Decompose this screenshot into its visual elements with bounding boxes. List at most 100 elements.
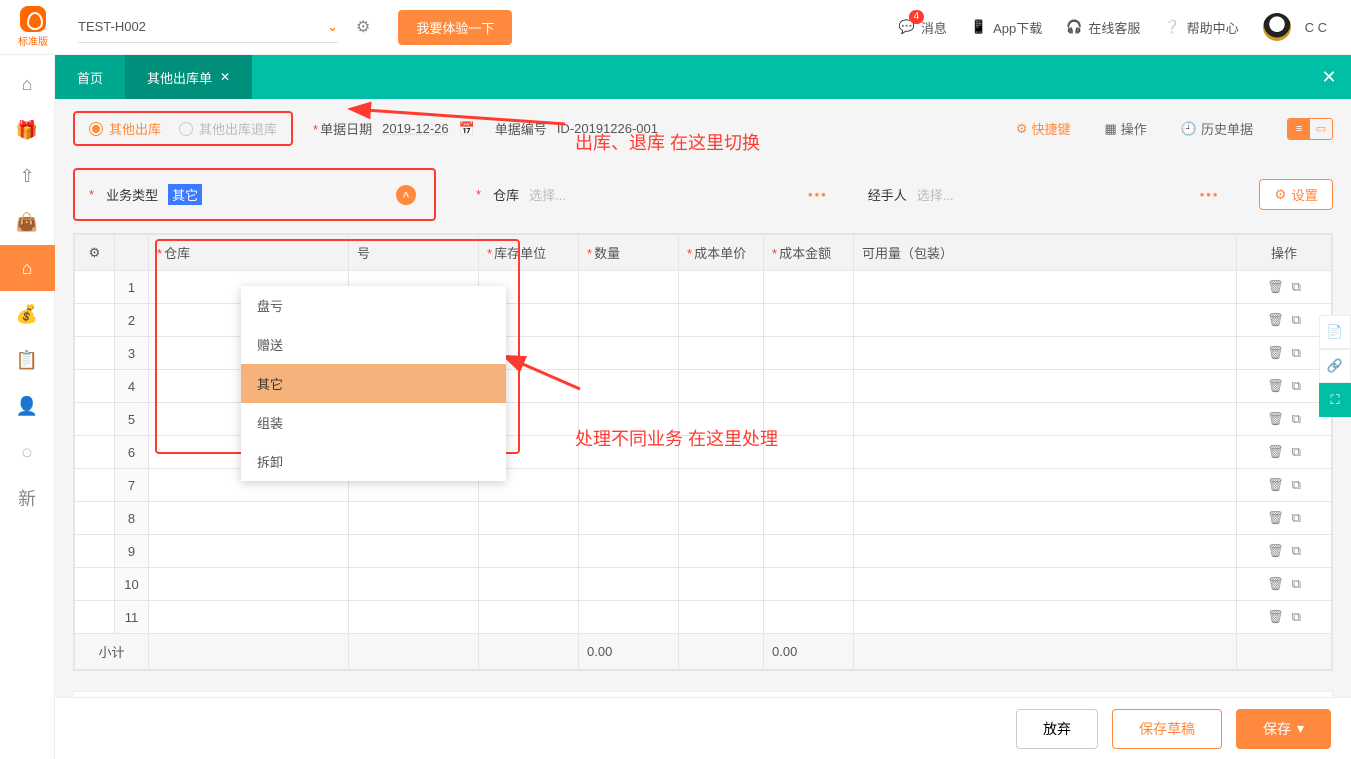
warehouse-label: 仓库: [493, 185, 519, 204]
right-dock: 📄 🔗 ⛶: [1319, 315, 1351, 417]
try-button[interactable]: 我要体验一下: [398, 10, 512, 45]
settings-button[interactable]: ⚙设置: [1259, 179, 1333, 210]
messages-link[interactable]: 💬 消息 4: [899, 18, 947, 37]
table-row[interactable]: 10🗑⧉: [75, 568, 1332, 601]
radio-other-out-return[interactable]: 其他出库退库: [179, 119, 277, 138]
delete-icon[interactable]: 🗑: [1267, 279, 1284, 294]
copy-icon[interactable]: ⧉: [1292, 345, 1301, 360]
dropdown-item[interactable]: 组装: [241, 403, 506, 442]
warehouse-field[interactable]: * 仓库 选择... •••: [476, 185, 828, 205]
view-toggle[interactable]: ≡ ▭: [1287, 118, 1333, 140]
sidebar: ⌂ 🎁 ⇧ 👜 ⌂ 💰 📋 👤 ◌ 新: [0, 55, 55, 759]
radio-dot-icon: [179, 122, 193, 136]
biztype-field[interactable]: * 业务类型 其它 ˄: [73, 168, 436, 221]
dropdown-item[interactable]: 赠送: [241, 325, 506, 364]
nav-clipboard-icon[interactable]: 📋: [0, 337, 55, 383]
delete-icon[interactable]: 🗑: [1267, 477, 1284, 492]
close-all-tabs[interactable]: ✕: [1307, 55, 1351, 99]
copy-icon[interactable]: ⧉: [1292, 510, 1301, 525]
copy-icon[interactable]: ⧉: [1292, 378, 1301, 393]
annotation-1: 出库、退库 在这里切换: [575, 129, 760, 155]
biztype-dropdown[interactable]: 盘亏赠送其它组装拆卸: [241, 286, 506, 481]
tab-home[interactable]: 首页: [55, 55, 125, 99]
table-row[interactable]: 9🗑⧉: [75, 535, 1332, 568]
app-download-link[interactable]: 📱 App下载: [971, 18, 1042, 37]
save-button[interactable]: 保存▾: [1236, 709, 1331, 749]
nav-contact-icon[interactable]: 👤: [0, 383, 55, 429]
delete-icon[interactable]: 🗑: [1267, 444, 1284, 459]
delete-icon[interactable]: 🗑: [1267, 609, 1284, 624]
delete-icon[interactable]: 🗑: [1267, 576, 1284, 591]
chevron-down-icon: ▾: [1297, 720, 1304, 737]
delete-icon[interactable]: 🗑: [1267, 543, 1284, 558]
tab-bar: 首页 其他出库单 ✕ ✕: [55, 55, 1351, 99]
copy-icon[interactable]: ⧉: [1292, 477, 1301, 492]
col-no: 号: [349, 235, 479, 271]
save-draft-button[interactable]: 保存草稿: [1112, 709, 1222, 749]
user-menu[interactable]: C C: [1263, 13, 1327, 41]
view-list-icon[interactable]: ≡: [1288, 119, 1310, 139]
handler-label: 经手人: [868, 185, 907, 204]
copy-icon[interactable]: ⧉: [1292, 444, 1301, 459]
delete-icon[interactable]: 🗑: [1267, 345, 1284, 360]
table-row[interactable]: 8🗑⧉: [75, 502, 1332, 535]
nav-money-icon[interactable]: 💰: [0, 291, 55, 337]
more-icon[interactable]: •••: [808, 187, 828, 202]
copy-icon[interactable]: ⧉: [1292, 411, 1301, 426]
delete-icon[interactable]: 🗑: [1267, 378, 1284, 393]
biztype-label: 业务类型: [106, 185, 158, 204]
date-value[interactable]: 2019-12-26: [382, 121, 449, 136]
col-cost: *成本金额: [764, 235, 854, 271]
gear-icon[interactable]: ⚙: [356, 17, 370, 37]
operate-link[interactable]: ▦操作: [1104, 119, 1146, 138]
account-select[interactable]: TEST-H002 ⌄: [78, 11, 338, 43]
dock-note-icon[interactable]: 📄: [1319, 315, 1351, 349]
dropdown-item[interactable]: 其它: [241, 364, 506, 403]
grid-icon: ▦: [1104, 121, 1116, 137]
handler-field[interactable]: 经手人 选择... •••: [868, 185, 1220, 205]
nav-home-icon[interactable]: ⌂: [0, 61, 55, 107]
col-unit: *库存单位: [479, 235, 579, 271]
tab-other-out[interactable]: 其他出库单 ✕: [125, 55, 252, 99]
chevron-down-icon: ⌄: [327, 19, 338, 35]
nav-new-icon[interactable]: 新: [0, 475, 55, 521]
more-icon[interactable]: •••: [1200, 187, 1220, 202]
table-row[interactable]: 11🗑⧉: [75, 601, 1332, 634]
nav-in-icon[interactable]: ⇧: [0, 153, 55, 199]
nav-warehouse-icon[interactable]: ⌂: [0, 245, 55, 291]
view-card-icon[interactable]: ▭: [1310, 119, 1332, 139]
copy-icon[interactable]: ⧉: [1292, 609, 1301, 624]
calendar-icon[interactable]: 📅: [459, 121, 475, 137]
copy-icon[interactable]: ⧉: [1292, 576, 1301, 591]
radio-other-out[interactable]: 其他出库: [89, 119, 161, 138]
copy-icon[interactable]: ⧉: [1292, 312, 1301, 327]
topbar: 标准版 TEST-H002 ⌄ ⚙ 我要体验一下 💬 消息 4 📱 App下载 …: [0, 0, 1351, 55]
nav-sync-icon[interactable]: ◌: [0, 429, 55, 475]
col-avail: 可用量（包装）: [854, 235, 1237, 271]
col-price: *成本单价: [679, 235, 764, 271]
close-icon[interactable]: ✕: [220, 70, 230, 84]
chevron-up-icon[interactable]: ˄: [396, 185, 416, 205]
help-link[interactable]: ❔ 帮助中心: [1164, 18, 1238, 37]
dropdown-item[interactable]: 拆卸: [241, 442, 506, 481]
copy-icon[interactable]: ⧉: [1292, 543, 1301, 558]
delete-icon[interactable]: 🗑: [1267, 510, 1284, 525]
col-settings[interactable]: ⚙: [75, 235, 115, 271]
dropdown-item[interactable]: 盘亏: [241, 286, 506, 325]
dock-link-icon[interactable]: 🔗: [1319, 349, 1351, 383]
shortcut-link[interactable]: ⚙快捷键: [1016, 119, 1071, 138]
subtotal-row: 小计 0.00 0.00: [75, 634, 1332, 670]
delete-icon[interactable]: 🗑: [1267, 411, 1284, 426]
delete-icon[interactable]: 🗑: [1267, 312, 1284, 327]
dock-expand-icon[interactable]: ⛶: [1319, 383, 1351, 417]
nav-bag-icon[interactable]: 👜: [0, 199, 55, 245]
discard-button[interactable]: 放弃: [1016, 709, 1098, 749]
service-link[interactable]: 🎧 在线客服: [1066, 18, 1140, 37]
copy-icon[interactable]: ⧉: [1292, 279, 1301, 294]
annotation-2: 处理不同业务 在这里处理: [575, 425, 778, 451]
history-link[interactable]: 🕘历史单据: [1181, 119, 1253, 138]
help-icon: ❔: [1164, 19, 1180, 35]
nav-gift-icon[interactable]: 🎁: [0, 107, 55, 153]
gear-icon: ⚙: [1016, 121, 1028, 137]
headset-icon: 🎧: [1066, 19, 1082, 35]
